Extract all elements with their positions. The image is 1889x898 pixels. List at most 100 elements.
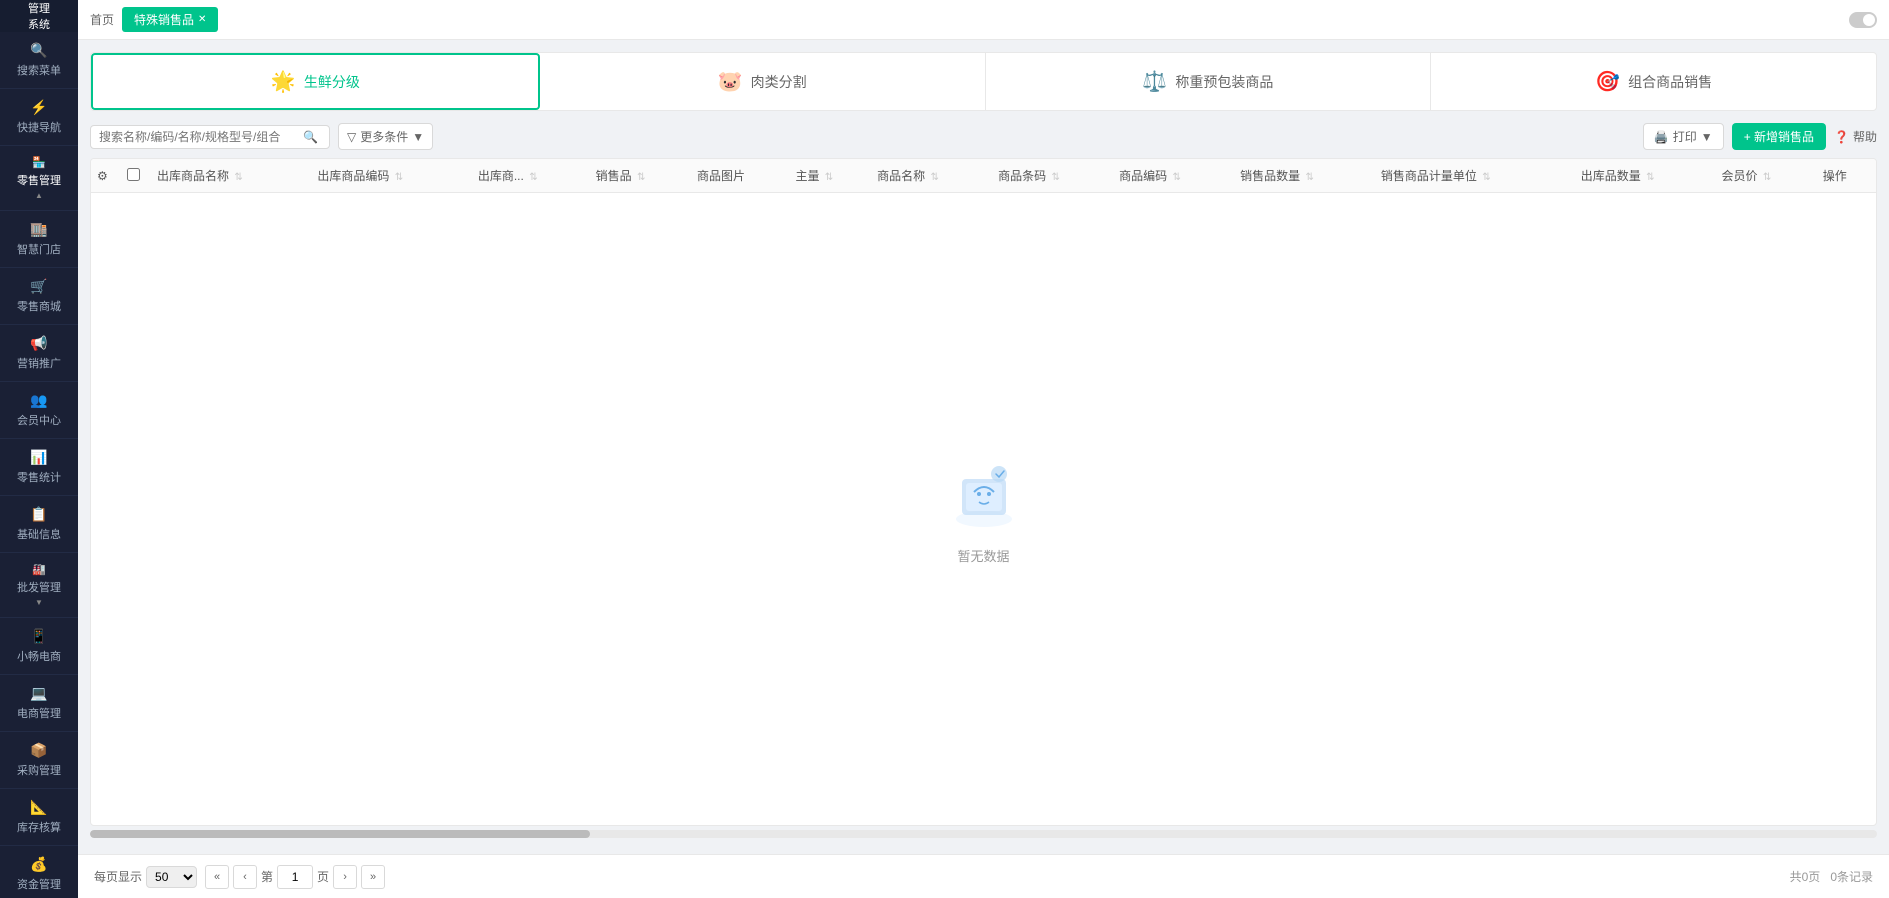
th-product-barcode[interactable]: 商品条码 ⇅ bbox=[992, 159, 1113, 193]
filter-button[interactable]: ▽ 更多条件 ▼ bbox=[338, 123, 433, 150]
sidebar-item-smart-store[interactable]: 🏬 智慧门店 bbox=[0, 211, 78, 268]
sidebar-item-inventory[interactable]: 📐 库存核算 bbox=[0, 789, 78, 846]
chevron-down-icon: ▼ bbox=[1701, 130, 1713, 144]
scrollbar-thumb[interactable] bbox=[90, 830, 590, 838]
page-number-input[interactable] bbox=[277, 865, 313, 889]
last-page-button[interactable]: » bbox=[361, 865, 385, 889]
horizontal-scrollbar[interactable] bbox=[90, 830, 1877, 838]
sidebar-item-label: 搜索菜单 bbox=[17, 62, 61, 78]
sort-icon[interactable]: ⇅ bbox=[529, 172, 537, 183]
sidebar-item-label: 小畅电商 bbox=[17, 648, 61, 664]
th-sale-unit[interactable]: 销售商品计量单位 ⇅ bbox=[1375, 159, 1575, 193]
page-content: 🌟 生鲜分级 🐷 肉类分割 ⚖️ 称重预包装商品 🎯 组合商品销售 🔍 bbox=[78, 40, 1889, 854]
print-button[interactable]: 🖨️ 打印 ▼ bbox=[1643, 123, 1724, 150]
sort-icon[interactable]: ⇅ bbox=[1482, 172, 1490, 183]
sort-icon[interactable]: ⇅ bbox=[825, 172, 833, 183]
sidebar-item-wholesale-mgmt[interactable]: 🏭 批发管理 ▼ bbox=[0, 553, 78, 618]
cat-tab-weight-pack[interactable]: ⚖️ 称重预包装商品 bbox=[986, 53, 1432, 110]
combo-sales-icon: 🎯 bbox=[1595, 69, 1620, 94]
search-box[interactable]: 🔍 bbox=[90, 125, 330, 149]
sales-promo-icon: 📢 bbox=[30, 335, 47, 352]
basic-info-icon: 📋 bbox=[30, 506, 47, 523]
select-all-checkbox[interactable] bbox=[127, 168, 140, 181]
th-main-weight[interactable]: 主量 ⇅ bbox=[789, 159, 871, 193]
cat-tab-label: 称重预包装商品 bbox=[1175, 72, 1273, 92]
tab-home[interactable]: 首页 bbox=[90, 11, 114, 28]
th-out-spec[interactable]: 出库商... ⇅ bbox=[472, 159, 590, 193]
sidebar-item-label: 电商管理 bbox=[17, 705, 61, 721]
help-button[interactable]: ❓ 帮助 bbox=[1834, 128, 1877, 145]
total-pages: 共0页 bbox=[1790, 870, 1821, 884]
th-label: 会员价 bbox=[1721, 169, 1757, 183]
th-product-code[interactable]: 商品编码 ⇅ bbox=[1113, 159, 1234, 193]
cat-tab-label: 肉类分割 bbox=[751, 72, 807, 92]
sort-icon[interactable]: ⇅ bbox=[930, 172, 938, 183]
th-product-name[interactable]: 商品名称 ⇅ bbox=[871, 159, 992, 193]
per-page-select[interactable]: 50 10 20 100 bbox=[146, 866, 197, 888]
th-checkbox[interactable] bbox=[121, 159, 151, 193]
search-input[interactable] bbox=[99, 130, 299, 144]
quick-nav-icon: ⚡ bbox=[30, 99, 47, 116]
prev-page-button[interactable]: ‹ bbox=[233, 865, 257, 889]
sidebar-item-member-center[interactable]: 👥 会员中心 bbox=[0, 382, 78, 439]
next-page-button[interactable]: › bbox=[333, 865, 357, 889]
sort-icon[interactable]: ⇅ bbox=[637, 172, 645, 183]
per-page-label: 每页显示 bbox=[94, 868, 142, 885]
th-label: 销售品 bbox=[596, 169, 632, 183]
sidebar-item-sales-promo[interactable]: 📢 营销推广 bbox=[0, 325, 78, 382]
main-content: 首页 特殊销售品 ✕ 🌟 生鲜分级 🐷 肉类分割 ⚖️ 称重预包装商品 bbox=[78, 0, 1889, 898]
cat-tab-fresh-grade[interactable]: 🌟 生鲜分级 bbox=[91, 53, 540, 110]
chevron-down-icon: ▼ bbox=[412, 130, 424, 144]
smart-store-icon: 🏬 bbox=[30, 221, 47, 238]
search-icon[interactable]: 🔍 bbox=[303, 130, 318, 144]
cat-tab-combo-sales[interactable]: 🎯 组合商品销售 bbox=[1431, 53, 1876, 110]
per-page-selector: 每页显示 50 10 20 100 bbox=[94, 866, 197, 888]
sidebar-item-retail-stats[interactable]: 📊 零售统计 bbox=[0, 439, 78, 496]
sidebar-item-basic-info[interactable]: 📋 基础信息 bbox=[0, 496, 78, 553]
th-label: 出库品数量 bbox=[1581, 169, 1641, 183]
th-out-code[interactable]: 出库商品编码 ⇅ bbox=[311, 159, 471, 193]
sort-icon[interactable]: ⇅ bbox=[1173, 172, 1181, 183]
sidebar-item-purchase-mgmt[interactable]: 📦 采购管理 bbox=[0, 732, 78, 789]
th-out-name[interactable]: 出库商品名称 ⇅ bbox=[151, 159, 311, 193]
sort-icon[interactable]: ⇅ bbox=[1763, 172, 1771, 183]
sort-icon[interactable]: ⇅ bbox=[1646, 172, 1654, 183]
chevron-down-icon: ▼ bbox=[35, 598, 43, 607]
table-header-row: ⚙ 出库商品名称 ⇅ 出库商品编码 ⇅ 出库商... ⇅ bbox=[91, 159, 1876, 193]
sidebar-item-finance-mgmt[interactable]: 💰 资金管理 bbox=[0, 846, 78, 898]
th-sale-qty[interactable]: 销售品数量 ⇅ bbox=[1234, 159, 1375, 193]
search-menu-icon: 🔍 bbox=[30, 42, 47, 59]
meat-cut-icon: 🐷 bbox=[718, 69, 743, 94]
sidebar-item-retail-mall[interactable]: 🛒 零售商城 bbox=[0, 268, 78, 325]
first-page-button[interactable]: « bbox=[205, 865, 229, 889]
th-sale-item[interactable]: 销售品 ⇅ bbox=[590, 159, 691, 193]
cat-tab-meat-cut[interactable]: 🐷 肉类分割 bbox=[540, 53, 986, 110]
data-table: ⚙ 出库商品名称 ⇅ 出库商品编码 ⇅ 出库商... ⇅ bbox=[91, 159, 1876, 193]
sidebar-item-mini-ecom[interactable]: 📱 小畅电商 bbox=[0, 618, 78, 675]
pagination-controls: « ‹ 第 页 › » bbox=[205, 865, 385, 889]
sort-icon[interactable]: ⇅ bbox=[234, 172, 242, 183]
close-tab-icon[interactable]: ✕ bbox=[198, 14, 206, 25]
sidebar-item-ecom-mgmt[interactable]: 💻 电商管理 bbox=[0, 675, 78, 732]
add-sale-item-button[interactable]: + 新增销售品 bbox=[1732, 123, 1826, 150]
sidebar-item-retail-mgmt[interactable]: 🏪 零售管理 ▲ bbox=[0, 146, 78, 211]
th-label: 出库商... bbox=[478, 169, 524, 183]
toggle-button[interactable] bbox=[1849, 12, 1877, 28]
th-product-img[interactable]: 商品图片 bbox=[691, 159, 790, 193]
th-out-qty[interactable]: 出库品数量 ⇅ bbox=[1575, 159, 1716, 193]
sidebar-item-quick-nav[interactable]: ⚡ 快捷导航 bbox=[0, 89, 78, 146]
retail-mgmt-icon: 🏪 bbox=[32, 156, 46, 169]
sort-icon[interactable]: ⇅ bbox=[1051, 172, 1059, 183]
top-bar: 首页 特殊销售品 ✕ bbox=[78, 0, 1889, 40]
th-member-price[interactable]: 会员价 ⇅ bbox=[1715, 159, 1816, 193]
th-gear[interactable]: ⚙ bbox=[91, 159, 121, 193]
sort-icon[interactable]: ⇅ bbox=[395, 172, 403, 183]
table-container: ⚙ 出库商品名称 ⇅ 出库商品编码 ⇅ 出库商... ⇅ bbox=[90, 158, 1877, 826]
th-label: 商品名称 bbox=[877, 169, 925, 183]
th-label: 商品编码 bbox=[1119, 169, 1167, 183]
sidebar-logo: 管理系统 bbox=[0, 0, 78, 32]
tab-active[interactable]: 特殊销售品 ✕ bbox=[122, 7, 218, 32]
mini-ecom-icon: 📱 bbox=[30, 628, 47, 645]
sort-icon[interactable]: ⇅ bbox=[1306, 172, 1314, 183]
sidebar-item-search-menu[interactable]: 🔍 搜索菜单 bbox=[0, 32, 78, 89]
